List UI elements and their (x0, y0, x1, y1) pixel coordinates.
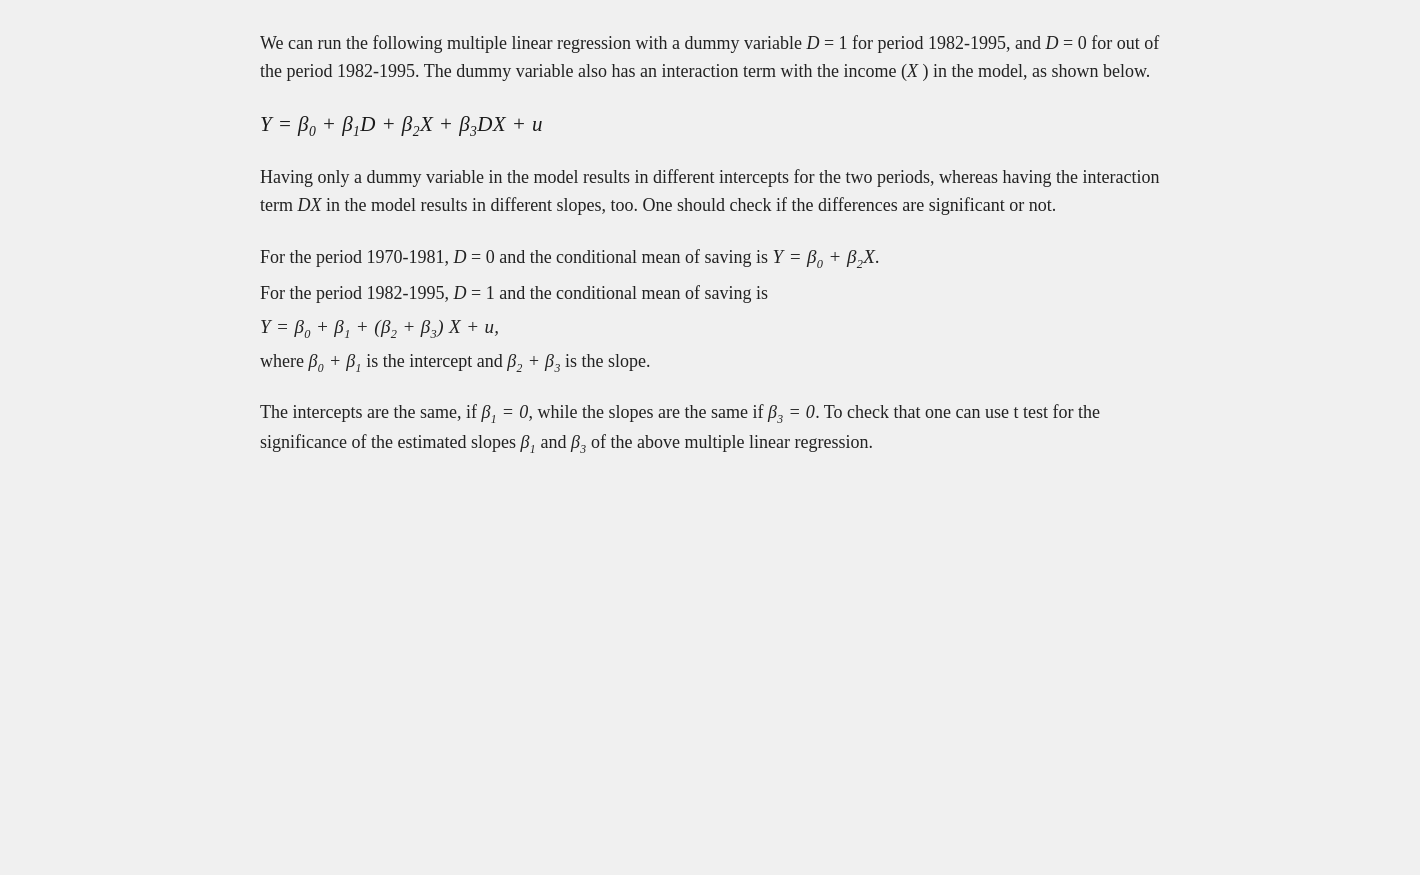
main-content: We can run the following multiple linear… (260, 30, 1160, 481)
var-D: D (806, 33, 819, 53)
period-1970-paragraph: For the period 1970-1981, D = 0 and the … (260, 242, 1160, 274)
significance-paragraph: The intercepts are the same, if β1 = 0, … (260, 399, 1160, 458)
dummy-variable-explanation: Having only a dummy variable in the mode… (260, 164, 1160, 220)
intercept-slope-paragraph: where β0 + β1 is the intercept and β2 + … (260, 348, 1160, 378)
main-equation: Y = β0 + β1D + β2X + β3DX + u (260, 108, 1160, 142)
intro-paragraph: We can run the following multiple linear… (260, 30, 1160, 86)
period-1982-paragraph: For the period 1982-1995, D = 1 and the … (260, 280, 1160, 344)
